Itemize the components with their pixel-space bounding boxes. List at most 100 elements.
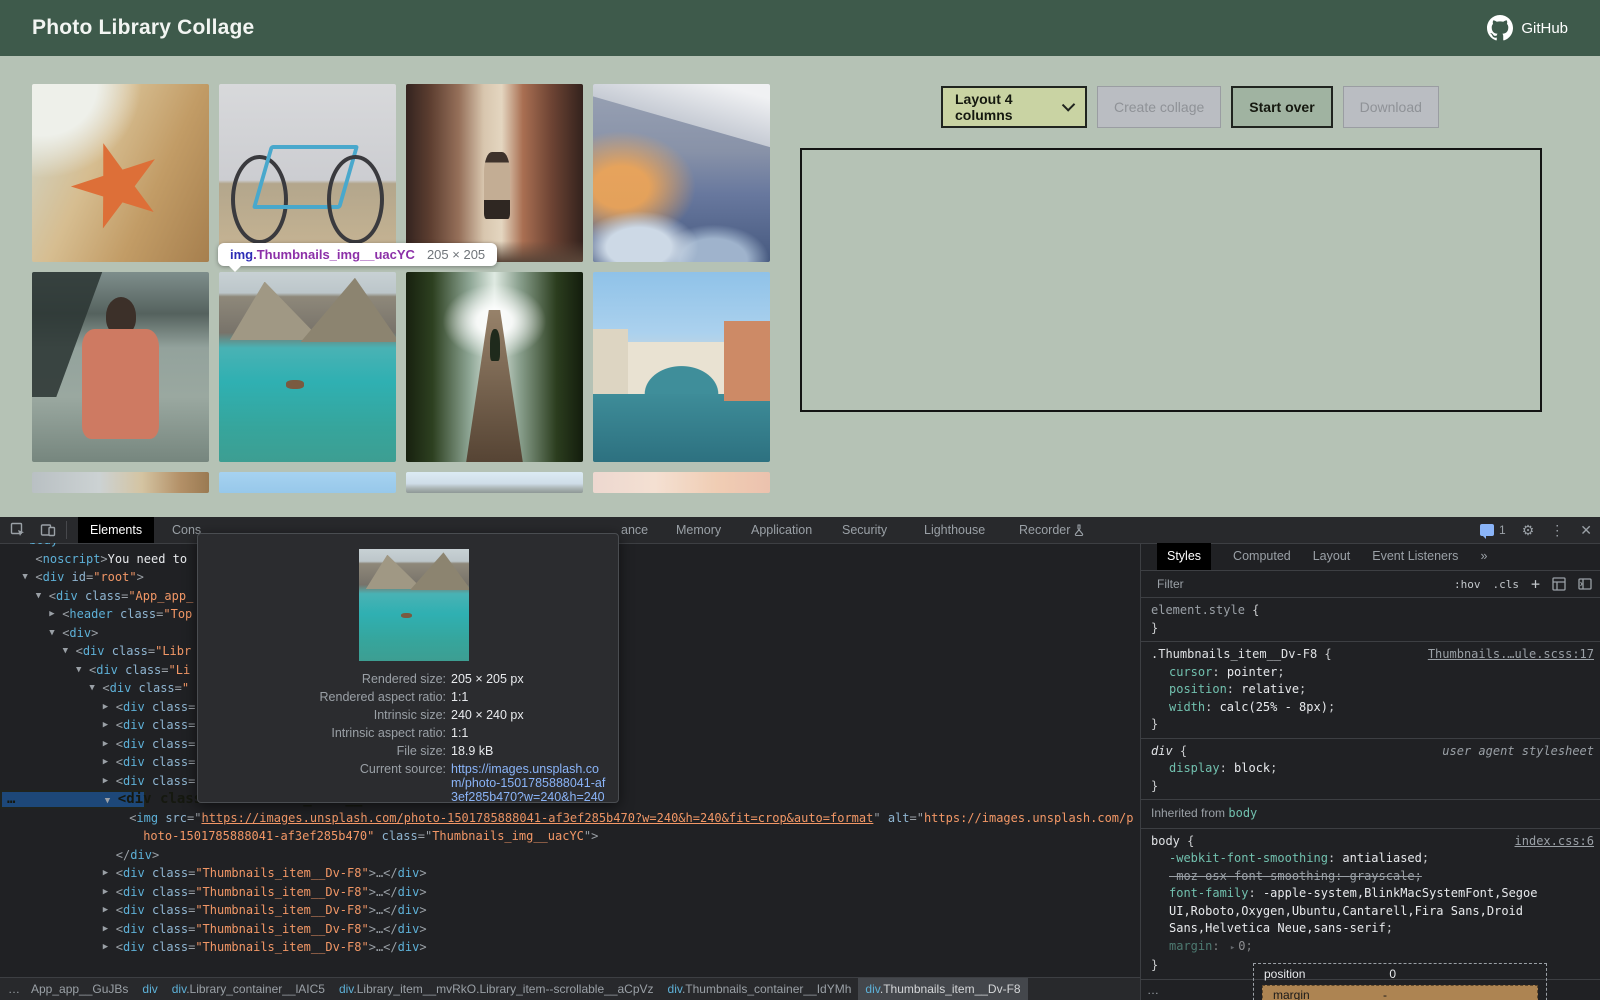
tab-lighthouse[interactable]: Lighthouse: [920, 517, 989, 543]
box-model-margin[interactable]: margin -: [1262, 985, 1538, 1000]
photo-strip-coast[interactable]: [32, 472, 209, 493]
twisty-open-icon[interactable]: ▼: [22, 568, 27, 587]
expand-icon[interactable]: ▸: [1230, 943, 1235, 953]
dom-tree-row[interactable]: </div>: [0, 846, 1140, 865]
new-rule-button[interactable]: +: [1531, 575, 1540, 593]
inspect-element-icon[interactable]: [10, 522, 26, 538]
more-tabs-icon[interactable]: »: [1480, 543, 1487, 570]
rule-selector[interactable]: body: [1151, 834, 1180, 848]
photo-strip-sky[interactable]: [219, 472, 396, 493]
rule-selector-line: div {user agent stylesheet: [1151, 743, 1594, 761]
rule-source-link[interactable]: index.css:6: [1515, 833, 1594, 851]
photo-airplane-wing[interactable]: [593, 84, 770, 262]
twisty-closed-icon[interactable]: ▶: [103, 938, 108, 957]
tab-ance[interactable]: ance: [617, 517, 652, 543]
twisty-closed-icon[interactable]: ▶: [103, 901, 108, 920]
breadcrumb-item[interactable]: div.Library_container__lAIC5: [165, 978, 332, 1000]
gear-icon[interactable]: ⚙: [1522, 517, 1535, 543]
photo-starfish-beach[interactable]: [32, 84, 209, 262]
css-property[interactable]: -moz-osx-font-smoothing: grayscale;: [1151, 868, 1594, 886]
inherited-from-link[interactable]: body: [1228, 806, 1257, 820]
css-property[interactable]: display: block;: [1151, 760, 1594, 778]
dom-tree-row[interactable]: ▶<div class="Thumbnails_item__Dv-F8">…</…: [0, 883, 1140, 902]
close-icon[interactable]: ✕: [1580, 517, 1592, 543]
photo-suspension-bridge[interactable]: [406, 272, 583, 462]
rule-selector[interactable]: element.style: [1151, 603, 1245, 617]
css-property[interactable]: font-family: -apple-system,BlinkMacSyste…: [1151, 885, 1594, 938]
breadcrumb-item[interactable]: div.Thumbnails_item__Dv-F8: [858, 978, 1027, 1000]
css-property[interactable]: position: relative;: [1151, 681, 1594, 699]
box-model-margin-value: -: [1383, 988, 1387, 1000]
start-over-button[interactable]: Start over: [1231, 86, 1332, 128]
tab-security[interactable]: Security: [838, 517, 891, 543]
issues-button[interactable]: 1: [1480, 523, 1506, 537]
styles-tab-event-listeners[interactable]: Event Listeners: [1372, 543, 1458, 570]
twisty-closed-icon[interactable]: ▶: [103, 772, 108, 791]
devtools: Elements ConsanceMemoryApplicationSecuri…: [0, 517, 1600, 1000]
image-source-link[interactable]: https://images.unsplash.com/photo-150178…: [451, 762, 611, 803]
create-collage-button[interactable]: Create collage: [1097, 86, 1221, 128]
twisty-closed-icon[interactable]: ▶: [103, 920, 108, 939]
photo-blue-bicycle[interactable]: [219, 84, 396, 262]
hover-toggle[interactable]: :hov: [1454, 578, 1481, 591]
computed-panel-icon[interactable]: [1552, 577, 1566, 591]
css-property[interactable]: width: calc(25% - 8px);: [1151, 699, 1594, 717]
css-property[interactable]: cursor: pointer;: [1151, 664, 1594, 682]
box-model-widget[interactable]: position 0 margin -: [1253, 963, 1547, 1000]
github-link[interactable]: GitHub: [1487, 15, 1568, 41]
styles-filter-row: Filter :hov .cls +: [1141, 571, 1600, 598]
css-property[interactable]: margin: ▸0;: [1151, 938, 1594, 958]
layout-select[interactable]: Layout 4 columns: [941, 86, 1087, 128]
sidebar-toggle-icon[interactable]: [1578, 577, 1592, 591]
twisty-open-icon[interactable]: ▼: [36, 587, 41, 606]
styles-tab-computed[interactable]: Computed: [1233, 543, 1291, 570]
photo-strip-sunset[interactable]: [593, 472, 770, 493]
dom-tree-row[interactable]: ▶<div class="Thumbnails_item__Dv-F8">…</…: [0, 938, 1140, 957]
breadcrumb-overflow-icon[interactable]: …: [8, 982, 20, 996]
twisty-closed-icon[interactable]: ▶: [49, 605, 54, 624]
twisty-closed-icon[interactable]: ▶: [103, 716, 108, 735]
styles-tab-layout[interactable]: Layout: [1313, 543, 1351, 570]
tab-application[interactable]: Application: [747, 517, 816, 543]
dom-tree-row[interactable]: <img src="https://images.unsplash.com/ph…: [0, 809, 1140, 828]
class-toggle[interactable]: .cls: [1492, 578, 1519, 591]
rule-selector[interactable]: .Thumbnails_item__Dv-F8: [1151, 647, 1317, 661]
dom-tree-row[interactable]: ▶<div class="Thumbnails_item__Dv-F8">…</…: [0, 864, 1140, 883]
dom-tree-row[interactable]: …▼<div class="Thumbnails_item__Dv-F8">: [0, 790, 146, 809]
styles-filter-input[interactable]: Filter: [1157, 577, 1454, 591]
download-button[interactable]: Download: [1343, 86, 1439, 128]
photo-hiker-lake[interactable]: [32, 272, 209, 462]
photo-venice-rialto[interactable]: [593, 272, 770, 462]
tab-recorder[interactable]: Recorder: [1015, 517, 1088, 543]
tab-elements[interactable]: Elements: [78, 517, 154, 543]
twisty-open-icon[interactable]: ▼: [63, 642, 68, 661]
rule-selector[interactable]: div: [1151, 744, 1173, 758]
photo-strip-city[interactable]: [406, 472, 583, 493]
photo-alley-walker[interactable]: [406, 84, 583, 262]
row-actions-indicator[interactable]: …: [7, 790, 16, 809]
image-info-row: Rendered aspect ratio:1:1: [198, 690, 618, 704]
css-property[interactable]: -webkit-font-smoothing: antialiased;: [1151, 850, 1594, 868]
twisty-closed-icon[interactable]: ▶: [103, 883, 108, 902]
device-toolbar-icon[interactable]: [40, 522, 56, 538]
dom-tree-row[interactable]: hoto-1501785888041-af3ef285b470" class="…: [0, 827, 1140, 846]
twisty-closed-icon[interactable]: ▶: [103, 698, 108, 717]
rule-source-link[interactable]: Thumbnails.…ule.scss:17: [1428, 646, 1594, 664]
breadcrumb-item[interactable]: App_app__GuJBs: [24, 978, 135, 1000]
twisty-open-icon[interactable]: ▼: [89, 679, 94, 698]
tab-memory[interactable]: Memory: [672, 517, 725, 543]
collage-drop-area[interactable]: [800, 148, 1542, 412]
twisty-open-icon[interactable]: ▼: [49, 624, 54, 643]
kebab-menu-icon[interactable]: ⋮: [1550, 517, 1564, 543]
dom-tree-row[interactable]: ▶<div class="Thumbnails_item__Dv-F8">…</…: [0, 901, 1140, 920]
breadcrumb-item[interactable]: div.Library_item__mvRkO.Library_item--sc…: [332, 978, 661, 1000]
photo-braies-lake[interactable]: [219, 272, 396, 462]
breadcrumb-item[interactable]: div.Thumbnails_container__IdYMh: [661, 978, 859, 1000]
twisty-closed-icon[interactable]: ▶: [103, 735, 108, 754]
styles-tab-styles[interactable]: Styles: [1157, 543, 1211, 570]
breadcrumb-item[interactable]: div: [135, 978, 164, 1000]
twisty-closed-icon[interactable]: ▶: [103, 753, 108, 772]
twisty-closed-icon[interactable]: ▶: [103, 864, 108, 883]
dom-tree-row[interactable]: ▶<div class="Thumbnails_item__Dv-F8">…</…: [0, 920, 1140, 939]
twisty-open-icon[interactable]: ▼: [76, 661, 81, 680]
